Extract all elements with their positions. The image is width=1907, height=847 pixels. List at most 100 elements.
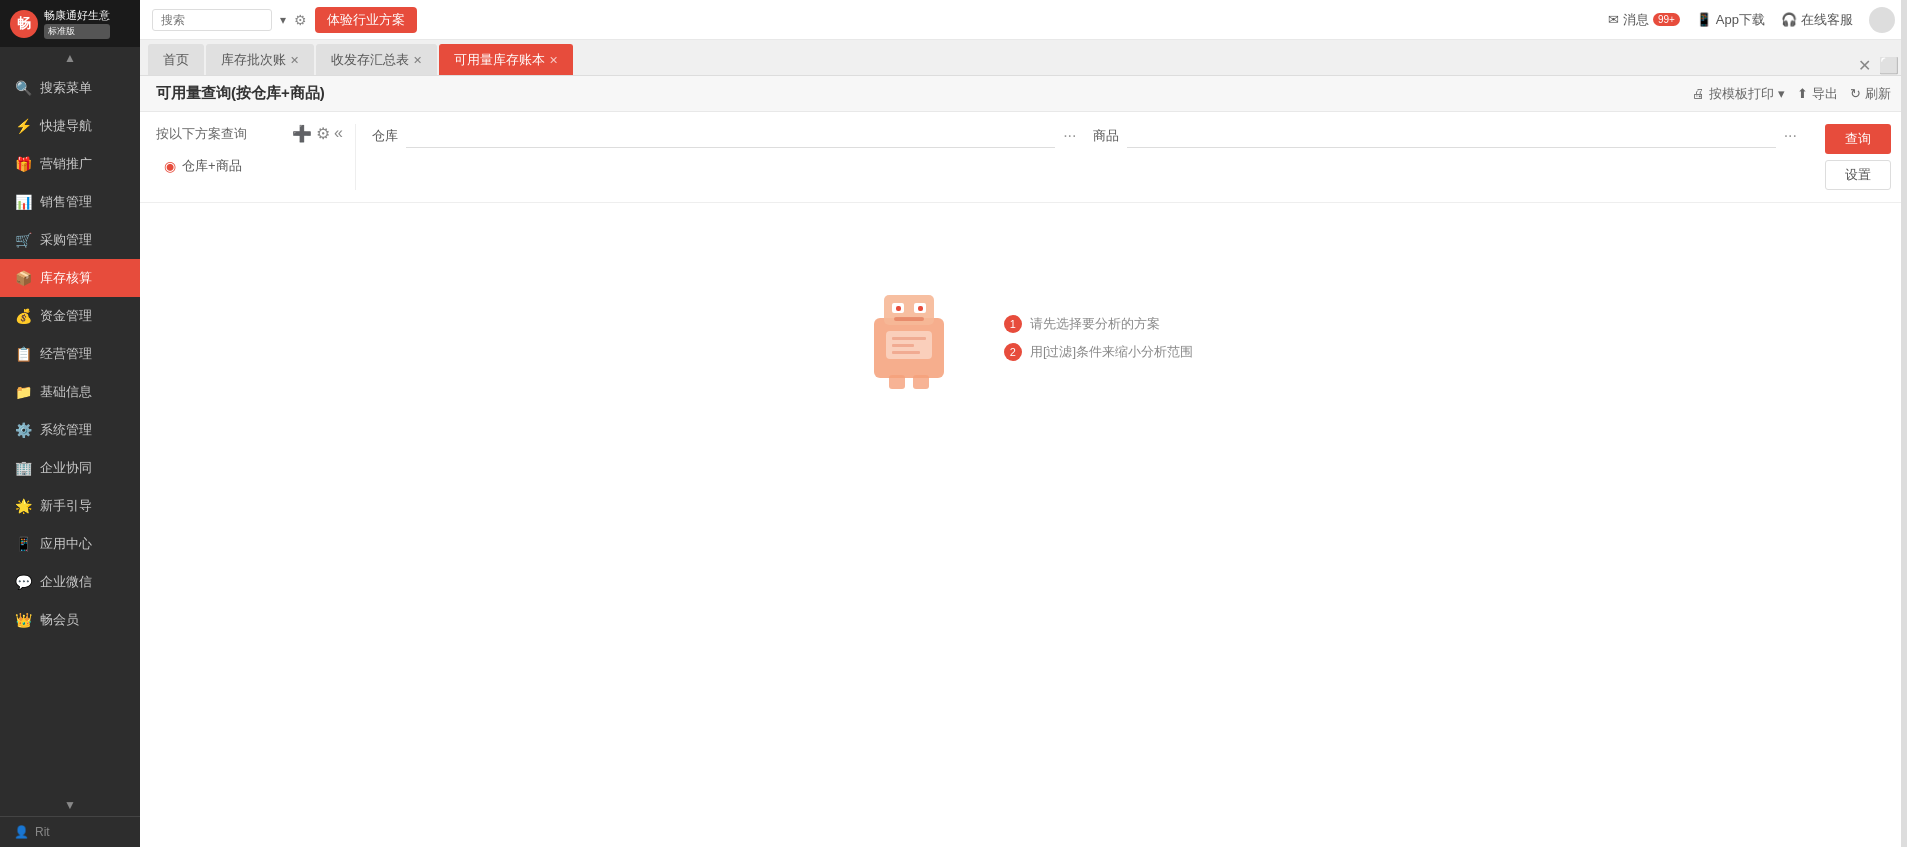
- sidebar-item-app-center[interactable]: 📱 应用中心: [0, 525, 140, 563]
- sidebar-item-operation[interactable]: 📋 经营管理: [0, 335, 140, 373]
- quick-nav-icon: ⚡: [14, 118, 32, 134]
- tab-close-batch-account[interactable]: ✕: [290, 54, 299, 67]
- scheme-settings-icon[interactable]: ⚙: [316, 124, 330, 143]
- print-icon: 🖨: [1692, 86, 1705, 101]
- wechat-icon: 💬: [14, 574, 32, 590]
- filter-area: 按以下方案查询 ➕ ⚙ « ◉ 仓库+商品 仓库 ···: [140, 112, 1907, 203]
- sidebar-item-enterprise[interactable]: 🏢 企业协同: [0, 449, 140, 487]
- marketing-icon: 🎁: [14, 156, 32, 172]
- sidebar-item-wechat[interactable]: 💬 企业微信: [0, 563, 140, 601]
- main-area: ▾ ⚙ 体验行业方案 ✉ 消息 99+ 📱 App下载 🎧 在线客服 首页: [140, 0, 1907, 847]
- operation-icon: 📋: [14, 346, 32, 362]
- hint-num-2: 2: [1004, 343, 1022, 361]
- industry-solution-button[interactable]: 体验行业方案: [315, 7, 417, 33]
- filter-sidebar: 按以下方案查询 ➕ ⚙ « ◉ 仓库+商品: [156, 124, 356, 190]
- product-more-icon[interactable]: ···: [1784, 127, 1797, 145]
- content-area: 可用量查询(按仓库+商品) 🖨 按模板打印 ▾ ⬆ 导出 ↻ 刷新: [140, 76, 1907, 847]
- warehouse-label: 仓库: [372, 127, 398, 145]
- sidebar-items: 🔍 搜索菜单 ⚡ 快捷导航 🎁 营销推广 📊 销售管理 🛒 采购管理 📦 库存核…: [0, 69, 140, 794]
- basic-icon: 📁: [14, 384, 32, 400]
- user-icon: 👤: [14, 825, 29, 839]
- topbar-dropdown[interactable]: ▾: [280, 13, 286, 27]
- sidebar-item-quick-nav[interactable]: ⚡ 快捷导航: [0, 107, 140, 145]
- svg-rect-12: [913, 375, 929, 389]
- svg-rect-11: [889, 375, 905, 389]
- sidebar-item-purchase[interactable]: 🛒 采购管理: [0, 221, 140, 259]
- sidebar: 畅 畅康通好生意 标准版 ▲ 🔍 搜索菜单 ⚡ 快捷导航 🎁 营销推广 📊 销售…: [0, 0, 140, 847]
- svg-rect-10: [892, 351, 920, 354]
- tab-close-window-icon[interactable]: ✕: [1858, 56, 1871, 75]
- empty-state-inner: 1 请先选择要分析的方案 2 用[过滤]条件来缩小分析范围: [854, 283, 1193, 393]
- sidebar-item-search[interactable]: 🔍 搜索菜单: [0, 69, 140, 107]
- page-actions: 🖨 按模板打印 ▾ ⬆ 导出 ↻ 刷新: [1692, 85, 1891, 103]
- svg-rect-4: [896, 306, 901, 311]
- tab-maximize-icon[interactable]: ⬜: [1879, 56, 1899, 75]
- member-icon: 👑: [14, 612, 32, 628]
- sidebar-item-system[interactable]: ⚙️ 系统管理: [0, 411, 140, 449]
- settings-button[interactable]: 设置: [1825, 160, 1891, 190]
- collapse-icon[interactable]: «: [334, 124, 343, 143]
- product-label: 商品: [1093, 127, 1119, 145]
- purchase-icon: 🛒: [14, 232, 32, 248]
- sidebar-header: 畅 畅康通好生意 标准版: [0, 0, 140, 47]
- export-icon: ⬆: [1797, 86, 1808, 101]
- warehouse-input[interactable]: [406, 124, 1055, 148]
- print-dropdown-icon: ▾: [1778, 86, 1785, 101]
- add-scheme-icon[interactable]: ➕: [292, 124, 312, 143]
- svg-rect-9: [892, 344, 914, 347]
- newbie-icon: 🌟: [14, 498, 32, 514]
- sidebar-scroll-up[interactable]: ▲: [0, 47, 140, 69]
- product-input[interactable]: [1127, 124, 1776, 148]
- scheme-item-icon: ◉: [164, 158, 176, 174]
- action-col: 查询 设置: [1813, 124, 1891, 190]
- warehouse-more-icon[interactable]: ···: [1063, 127, 1076, 145]
- refresh-button[interactable]: ↻ 刷新: [1850, 85, 1891, 103]
- sidebar-item-newbie[interactable]: 🌟 新手引导: [0, 487, 140, 525]
- tab-home[interactable]: 首页: [148, 44, 204, 75]
- svg-rect-5: [918, 306, 923, 311]
- search-icon: 🔍: [14, 80, 32, 96]
- sidebar-item-inventory[interactable]: 📦 库存核算: [0, 259, 140, 297]
- sidebar-item-member[interactable]: 👑 畅会员: [0, 601, 140, 639]
- query-button[interactable]: 查询: [1825, 124, 1891, 154]
- tab-close-receipt-summary[interactable]: ✕: [413, 54, 422, 67]
- svg-rect-8: [892, 337, 926, 340]
- sidebar-scroll-down[interactable]: ▼: [0, 794, 140, 816]
- filter-sidebar-actions: ➕ ⚙ «: [292, 124, 343, 143]
- tab-receipt-summary[interactable]: 收发存汇总表 ✕: [316, 44, 437, 75]
- headset-icon: 🎧: [1781, 12, 1797, 27]
- avatar[interactable]: [1869, 7, 1895, 33]
- app-download-button[interactable]: 📱 App下载: [1696, 11, 1765, 29]
- export-button[interactable]: ⬆ 导出: [1797, 85, 1838, 103]
- sidebar-footer: 👤 Rit: [0, 816, 140, 847]
- filter-sidebar-header: 按以下方案查询 ➕ ⚙ «: [156, 124, 343, 143]
- search-input[interactable]: [152, 9, 272, 31]
- filter-main: 仓库 ··· 商品 ··· 查询 设置: [356, 124, 1891, 190]
- enterprise-icon: 🏢: [14, 460, 32, 476]
- tab-batch-account[interactable]: 库存批次账 ✕: [206, 44, 314, 75]
- sidebar-item-marketing[interactable]: 🎁 营销推广: [0, 145, 140, 183]
- sidebar-item-finance[interactable]: 💰 资金管理: [0, 297, 140, 335]
- app-center-icon: 📱: [14, 536, 32, 552]
- messages-button[interactable]: ✉ 消息 99+: [1608, 11, 1680, 29]
- finance-icon: 💰: [14, 308, 32, 324]
- tab-available-ledger[interactable]: 可用量库存账本 ✕: [439, 44, 573, 75]
- sidebar-item-sales[interactable]: 📊 销售管理: [0, 183, 140, 221]
- page-header: 可用量查询(按仓库+商品) 🖨 按模板打印 ▾ ⬆ 导出 ↻ 刷新: [140, 76, 1907, 112]
- hint-num-1: 1: [1004, 315, 1022, 333]
- filter-field-warehouse: 仓库 ···: [372, 124, 1077, 148]
- messages-badge: 99+: [1653, 13, 1680, 26]
- print-button[interactable]: 🖨 按模板打印 ▾: [1692, 85, 1785, 103]
- dropdown-arrow-icon: ▾: [280, 13, 286, 27]
- logo-icon: 畅: [10, 10, 38, 38]
- empty-hints: 1 请先选择要分析的方案 2 用[过滤]条件来缩小分析范围: [1004, 315, 1193, 361]
- sidebar-item-basic[interactable]: 📁 基础信息: [0, 373, 140, 411]
- filter-scheme-item[interactable]: ◉ 仓库+商品: [156, 151, 343, 181]
- refresh-icon: ↻: [1850, 86, 1861, 101]
- right-scrollbar[interactable]: [1901, 0, 1907, 847]
- tab-close-available-ledger[interactable]: ✕: [549, 54, 558, 67]
- gear-icon[interactable]: ⚙: [294, 12, 307, 28]
- messages-icon: ✉: [1608, 12, 1619, 27]
- hint-row-1: 1 请先选择要分析的方案: [1004, 315, 1193, 333]
- online-service-button[interactable]: 🎧 在线客服: [1781, 11, 1853, 29]
